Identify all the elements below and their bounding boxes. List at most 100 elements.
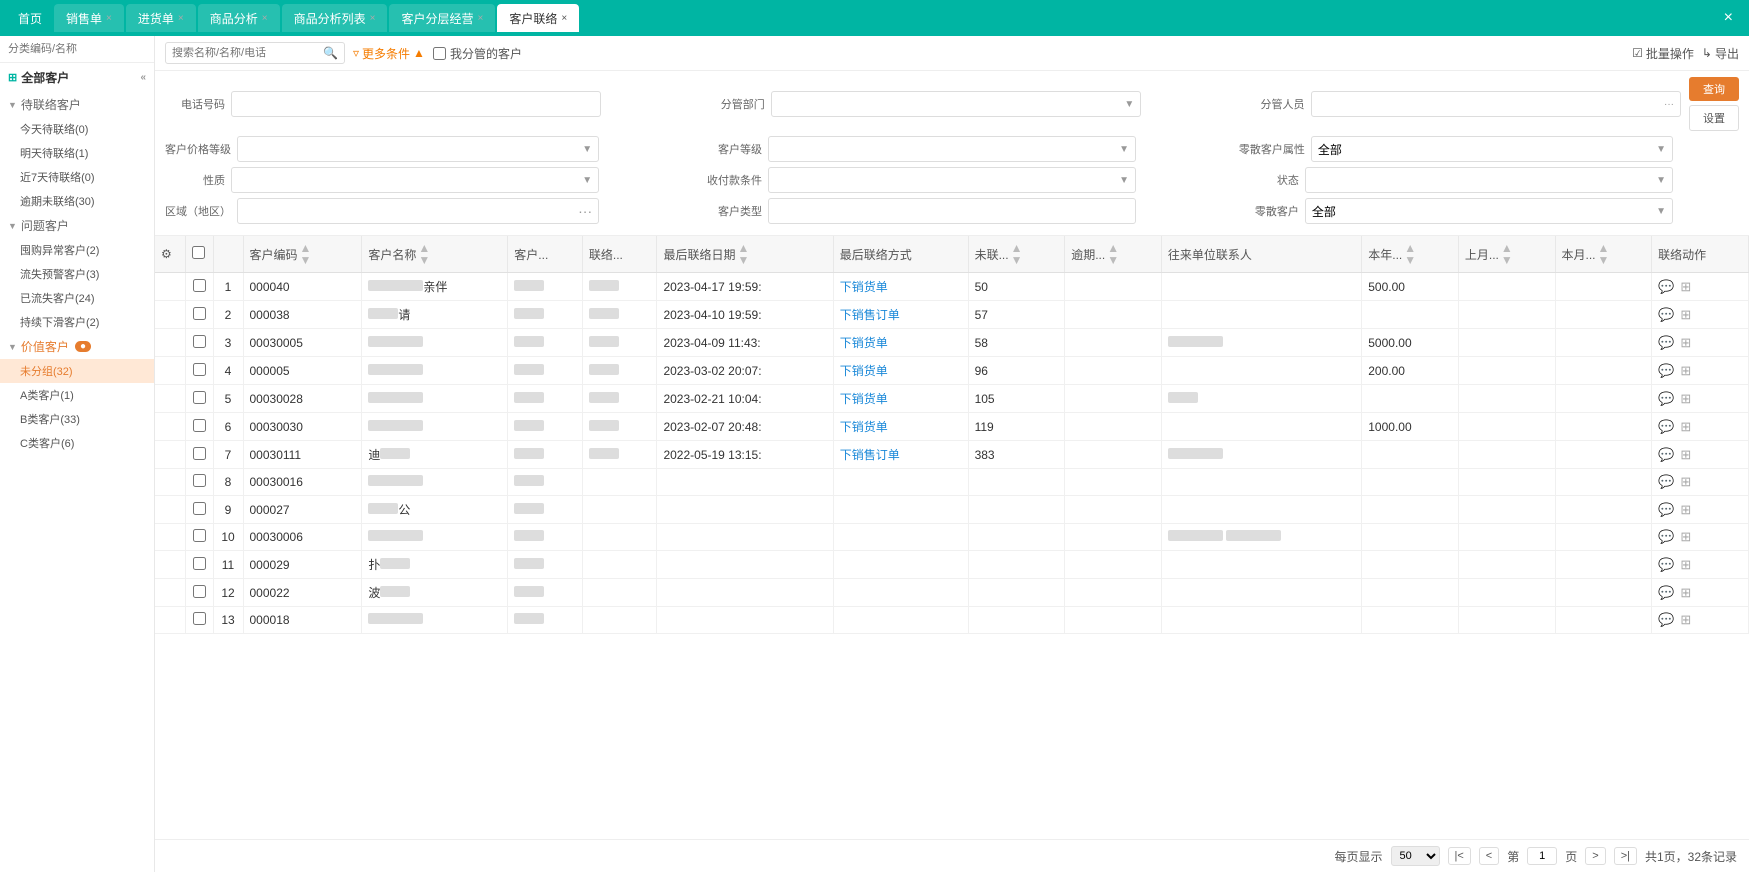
row-checkbox[interactable] bbox=[193, 419, 206, 432]
prev-page-btn[interactable]: < bbox=[1479, 847, 1499, 865]
contact-method-link[interactable]: 下销货单 bbox=[840, 280, 888, 294]
sidebar-item-churn-warning[interactable]: 流失预警客户(3) bbox=[0, 262, 154, 286]
sidebar-item-c-class[interactable]: C类客户(6) bbox=[0, 431, 154, 455]
first-page-btn[interactable]: |< bbox=[1448, 847, 1471, 865]
sidebar-item-7days-pending[interactable]: 近7天待联络(0) bbox=[0, 165, 154, 189]
grid-action-icon[interactable]: ⊞ bbox=[1680, 529, 1691, 545]
col-last-date-header[interactable]: 最后联络日期 ▲▼ bbox=[657, 236, 833, 273]
message-action-icon[interactable]: 💬 bbox=[1658, 307, 1674, 323]
customer-type-select[interactable] bbox=[768, 198, 1136, 224]
col-this-year-header[interactable]: 本年... ▲▼ bbox=[1362, 236, 1459, 273]
grid-action-icon[interactable]: ⊞ bbox=[1680, 363, 1691, 379]
search-icon[interactable]: 🔍 bbox=[323, 46, 338, 60]
page-input[interactable] bbox=[1527, 847, 1557, 865]
col-last-method-header[interactable]: 最后联络方式 bbox=[833, 236, 968, 273]
row-checkbox[interactable] bbox=[193, 502, 206, 515]
message-action-icon[interactable]: 💬 bbox=[1658, 474, 1674, 490]
contact-method-link[interactable]: 下销货单 bbox=[840, 364, 888, 378]
close-icon[interactable]: × bbox=[178, 13, 184, 24]
grid-action-icon[interactable]: ⊞ bbox=[1680, 585, 1691, 601]
sidebar-item-declining[interactable]: 持续下滑客户(2) bbox=[0, 310, 154, 334]
all-customers-section[interactable]: ⊞ 全部客户 « bbox=[0, 63, 154, 92]
col-company-contact-header[interactable]: 往来单位联系人 bbox=[1161, 236, 1361, 273]
row-checkbox[interactable] bbox=[193, 307, 206, 320]
close-all-icon[interactable]: × bbox=[1716, 9, 1741, 27]
grid-action-icon[interactable]: ⊞ bbox=[1680, 557, 1691, 573]
close-icon[interactable]: × bbox=[561, 13, 567, 24]
col-overdue-header[interactable]: 逾期... ▲▼ bbox=[1065, 236, 1162, 273]
sidebar-item-ungroup[interactable]: 未分组(32) bbox=[0, 359, 154, 383]
customer-level-select[interactable]: ▼ bbox=[768, 136, 1136, 162]
nature-select[interactable]: ▼ bbox=[231, 167, 599, 193]
page-size-select[interactable]: 50 100 200 bbox=[1391, 846, 1440, 866]
row-checkbox[interactable] bbox=[193, 391, 206, 404]
sidebar-item-a-class[interactable]: A类客户(1) bbox=[0, 383, 154, 407]
contact-method-link[interactable]: 下销货单 bbox=[840, 392, 888, 406]
message-action-icon[interactable]: 💬 bbox=[1658, 447, 1674, 463]
grid-action-icon[interactable]: ⊞ bbox=[1680, 502, 1691, 518]
grid-action-icon[interactable]: ⊞ bbox=[1680, 447, 1691, 463]
nav-tab-customer-contact[interactable]: 客户联络 × bbox=[497, 4, 579, 32]
problem-group-title[interactable]: ▼ 问题客户 bbox=[0, 213, 154, 238]
message-action-icon[interactable]: 💬 bbox=[1658, 502, 1674, 518]
region-select[interactable]: ··· bbox=[237, 198, 599, 224]
sidebar-item-churned[interactable]: 已流失客户(24) bbox=[0, 286, 154, 310]
row-checkbox[interactable] bbox=[193, 557, 206, 570]
message-action-icon[interactable]: 💬 bbox=[1658, 585, 1674, 601]
grid-action-icon[interactable]: ⊞ bbox=[1680, 474, 1691, 490]
grid-action-icon[interactable]: ⊞ bbox=[1680, 391, 1691, 407]
dept-select[interactable]: ▼ bbox=[771, 91, 1141, 117]
col-last-month-header[interactable]: 上月... ▲▼ bbox=[1458, 236, 1555, 273]
nav-tab-analysis-list[interactable]: 商品分析列表 × bbox=[282, 4, 388, 32]
grid-action-icon[interactable]: ⊞ bbox=[1680, 612, 1691, 628]
sidebar-item-today-pending[interactable]: 今天待联络(0) bbox=[0, 117, 154, 141]
col-no-contact-header[interactable]: 未联... ▲▼ bbox=[968, 236, 1065, 273]
close-icon[interactable]: × bbox=[477, 13, 483, 24]
message-action-icon[interactable]: 💬 bbox=[1658, 391, 1674, 407]
grid-action-icon[interactable]: ⊞ bbox=[1680, 335, 1691, 351]
last-page-btn[interactable]: >| bbox=[1614, 847, 1637, 865]
contact-method-link[interactable]: 下销售订单 bbox=[840, 308, 900, 322]
batch-ops-btn[interactable]: ☑ 批量操作 bbox=[1632, 45, 1694, 62]
nav-tab-analysis[interactable]: 商品分析 × bbox=[198, 4, 280, 32]
row-checkbox[interactable] bbox=[193, 335, 206, 348]
col-settings[interactable]: ⚙ bbox=[155, 236, 185, 273]
query-button[interactable]: 查询 bbox=[1689, 77, 1739, 101]
col-this-month-header[interactable]: 本月... ▲▼ bbox=[1555, 236, 1652, 273]
export-btn[interactable]: ↳ 导出 bbox=[1702, 45, 1739, 62]
close-icon[interactable]: × bbox=[370, 13, 376, 24]
status-select[interactable]: ▼ bbox=[1305, 167, 1673, 193]
close-icon[interactable]: × bbox=[106, 13, 112, 24]
message-action-icon[interactable]: 💬 bbox=[1658, 612, 1674, 628]
more-conditions-btn[interactable]: ▿ 更多条件 ▲ bbox=[353, 45, 425, 62]
pending-group-title[interactable]: ▼ 待联络客户 bbox=[0, 92, 154, 117]
main-search-input[interactable] bbox=[172, 47, 319, 59]
sidebar-item-abnormal[interactable]: 囤购异常客户(2) bbox=[0, 238, 154, 262]
grid-action-icon[interactable]: ⊞ bbox=[1680, 279, 1691, 295]
row-checkbox[interactable] bbox=[193, 447, 206, 460]
retail-customer-select[interactable]: 全部 ▼ bbox=[1305, 198, 1673, 224]
message-action-icon[interactable]: 💬 bbox=[1658, 529, 1674, 545]
col-code-header[interactable]: 客户编码 ▲▼ bbox=[243, 236, 362, 273]
sidebar-item-tomorrow-pending[interactable]: 明天待联络(1) bbox=[0, 141, 154, 165]
retail-attr-select[interactable]: 全部 ▼ bbox=[1311, 136, 1673, 162]
row-checkbox[interactable] bbox=[193, 529, 206, 542]
nav-home[interactable]: 首页 bbox=[8, 10, 52, 27]
check-all-input[interactable] bbox=[192, 246, 205, 259]
nav-tab-sales[interactable]: 销售单 × bbox=[54, 4, 124, 32]
next-page-btn[interactable]: > bbox=[1585, 847, 1605, 865]
col-contact-header[interactable]: 联络... bbox=[582, 236, 657, 273]
nav-tab-customer-mgmt[interactable]: 客户分层经营 × bbox=[389, 4, 495, 32]
sidebar-item-b-class[interactable]: B类客户(33) bbox=[0, 407, 154, 431]
message-action-icon[interactable]: 💬 bbox=[1658, 419, 1674, 435]
row-checkbox[interactable] bbox=[193, 612, 206, 625]
sidebar-item-overdue-pending[interactable]: 逾期未联络(30) bbox=[0, 189, 154, 213]
my-customers-check[interactable] bbox=[433, 47, 446, 60]
row-checkbox[interactable] bbox=[193, 363, 206, 376]
payment-select[interactable]: ▼ bbox=[768, 167, 1136, 193]
nav-tab-purchase[interactable]: 进货单 × bbox=[126, 4, 196, 32]
message-action-icon[interactable]: 💬 bbox=[1658, 335, 1674, 351]
contact-method-link[interactable]: 下销售订单 bbox=[840, 448, 900, 462]
grid-action-icon[interactable]: ⊞ bbox=[1680, 307, 1691, 323]
phone-input[interactable] bbox=[231, 91, 601, 117]
